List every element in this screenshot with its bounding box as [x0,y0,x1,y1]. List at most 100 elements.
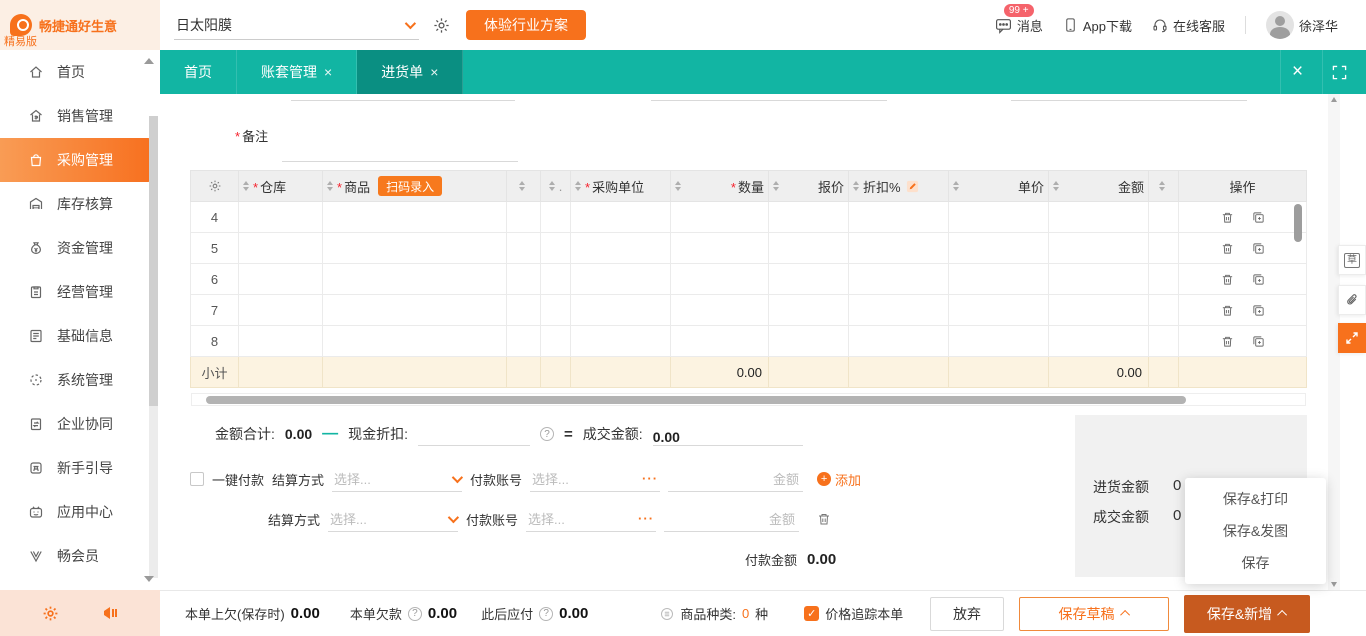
menu-item-save-print[interactable]: 保存&打印 [1185,483,1326,515]
sidebar-item-purchase[interactable]: 采购管理 [0,138,152,182]
price-track-toggle[interactable]: 价格追踪本单 [804,604,903,623]
remark-input[interactable] [282,138,519,162]
col-warehouse[interactable]: 仓库 [243,177,318,196]
expand-fullscreen-button[interactable] [1338,323,1366,353]
settle-method-select[interactable]: 选择... [332,466,464,492]
copy-row-icon[interactable] [1252,242,1265,255]
table-row[interactable]: 4 [190,201,1307,233]
table-row[interactable]: 5 [190,232,1307,264]
sort-icon[interactable] [575,181,581,191]
ellipsis-icon[interactable] [642,471,658,486]
table-row[interactable]: 7 [190,294,1307,326]
scroll-down-icon[interactable] [1331,582,1337,587]
col-hidden-3[interactable] [1153,181,1174,191]
pay-amount-input[interactable]: 金额 [668,466,804,492]
horizontal-scrollbar-thumb[interactable] [206,396,1186,404]
one-click-pay-checkbox[interactable] [190,472,204,486]
edit-pencil-icon[interactable] [906,180,919,193]
sort-icon[interactable] [243,181,249,191]
delete-row-icon[interactable] [1221,304,1234,317]
tab-purchase-order[interactable]: 进货单 [357,50,464,94]
sidebar-scrollbar-thumb[interactable] [149,116,158,406]
cash-discount-input[interactable] [418,422,531,446]
col-quantity[interactable]: 数量 [675,177,764,196]
col-product[interactable]: 商品扫码录入 [327,176,502,196]
close-tab-icon[interactable] [430,64,438,80]
sidebar-item-system[interactable]: 系统管理 [0,358,160,402]
sidebar-item-guide[interactable]: 新手引导 [0,446,160,490]
form-field-underline[interactable] [291,100,515,101]
sort-icon[interactable] [853,181,859,191]
sidebar-item-member[interactable]: 畅会员 [0,534,160,578]
delete-row-icon[interactable] [1221,335,1234,348]
deal-amount-input[interactable]: 0.00 [652,422,803,446]
help-question-icon[interactable] [539,606,554,621]
sort-icon[interactable] [518,181,525,191]
sidebar-item-collaboration[interactable]: 企业协同 [0,402,160,446]
form-field-underline[interactable] [651,100,887,101]
sidebar-scroll-up-icon[interactable] [144,58,154,64]
sidebar-item-sales[interactable]: 销售管理 [0,94,160,138]
tab-home[interactable]: 首页 [160,50,237,94]
user-menu[interactable]: 徐泽华 [1265,11,1338,39]
add-payment-button[interactable]: 添加 [817,470,861,489]
sort-icon[interactable] [1158,181,1165,191]
copy-row-icon[interactable] [1252,304,1265,317]
col-quote[interactable]: 报价 [773,177,844,196]
form-field-underline[interactable] [1011,100,1247,101]
delete-row-icon[interactable] [1221,273,1234,286]
pay-amount-input[interactable]: 金额 [664,506,800,532]
table-row[interactable]: 6 [190,263,1307,295]
menu-item-save-image[interactable]: 保存&发图 [1185,515,1326,547]
copy-row-icon[interactable] [1252,211,1265,224]
close-all-tabs-icon[interactable] [1280,50,1314,94]
sort-icon[interactable] [1053,181,1059,191]
sidebar-item-home[interactable]: 首页 [0,50,160,94]
sort-icon[interactable] [773,181,779,191]
account-book-selector[interactable]: 日太阳膜 [174,10,419,40]
save-draft-button[interactable]: 保存草稿 [1019,596,1169,631]
collapse-speaker-icon[interactable] [100,605,118,621]
trial-solution-button[interactable]: 体验行业方案 [466,10,586,40]
sort-icon[interactable] [675,181,681,191]
pay-account-select[interactable]: 选择... [526,506,657,532]
help-question-icon[interactable] [407,606,422,621]
sidebar-item-funds[interactable]: 资金管理 [0,226,160,270]
col-purchase-unit[interactable]: 采购单位 [575,177,666,196]
online-service-button[interactable]: 在线客服 [1152,16,1225,35]
copy-row-icon[interactable] [1252,273,1265,286]
discard-button[interactable]: 放弃 [930,596,1004,631]
delete-row-icon[interactable] [1221,211,1234,224]
col-hidden-2[interactable]: . [545,179,566,194]
sort-icon[interactable] [548,181,555,191]
delete-row-icon[interactable] [1221,242,1234,255]
ellipsis-icon[interactable] [638,511,654,526]
sidebar-item-baseinfo[interactable]: 基础信息 [0,314,160,358]
app-download-button[interactable]: App下载 [1063,16,1132,35]
help-question-icon[interactable] [540,427,555,441]
pay-account-select[interactable]: 选择... [530,466,661,492]
settings-gear-icon[interactable] [433,17,450,34]
messages-button[interactable]: 99 + 消息 [995,2,1043,35]
save-and-new-button[interactable]: 保存&新增 [1184,594,1310,633]
tab-account-management[interactable]: 账套管理 [237,50,358,94]
close-tab-icon[interactable] [324,64,332,80]
table-row[interactable]: 8 [190,325,1307,357]
checked-checkbox-icon[interactable] [804,606,820,621]
footer-gear-icon[interactable] [42,605,59,622]
column-settings-gear-icon[interactable] [195,179,234,193]
sort-icon[interactable] [953,181,959,191]
col-hidden-1[interactable] [511,181,536,191]
sidebar-item-inventory[interactable]: 库存核算 [0,182,160,226]
fullscreen-icon[interactable] [1322,50,1356,94]
settle-method-select[interactable]: 选择... [328,506,460,532]
scan-entry-button[interactable]: 扫码录入 [378,176,443,196]
col-amount[interactable]: 金额 [1053,177,1144,196]
table-horizontal-scrollbar[interactable] [191,393,1306,406]
sidebar-scroll-down-icon[interactable] [144,576,154,582]
sort-icon[interactable] [327,181,333,191]
menu-item-save[interactable]: 保存 [1185,547,1326,579]
delete-payment-row-icon[interactable] [817,512,831,526]
attachment-button[interactable] [1338,285,1366,315]
sidebar-item-operations[interactable]: 经营管理 [0,270,160,314]
